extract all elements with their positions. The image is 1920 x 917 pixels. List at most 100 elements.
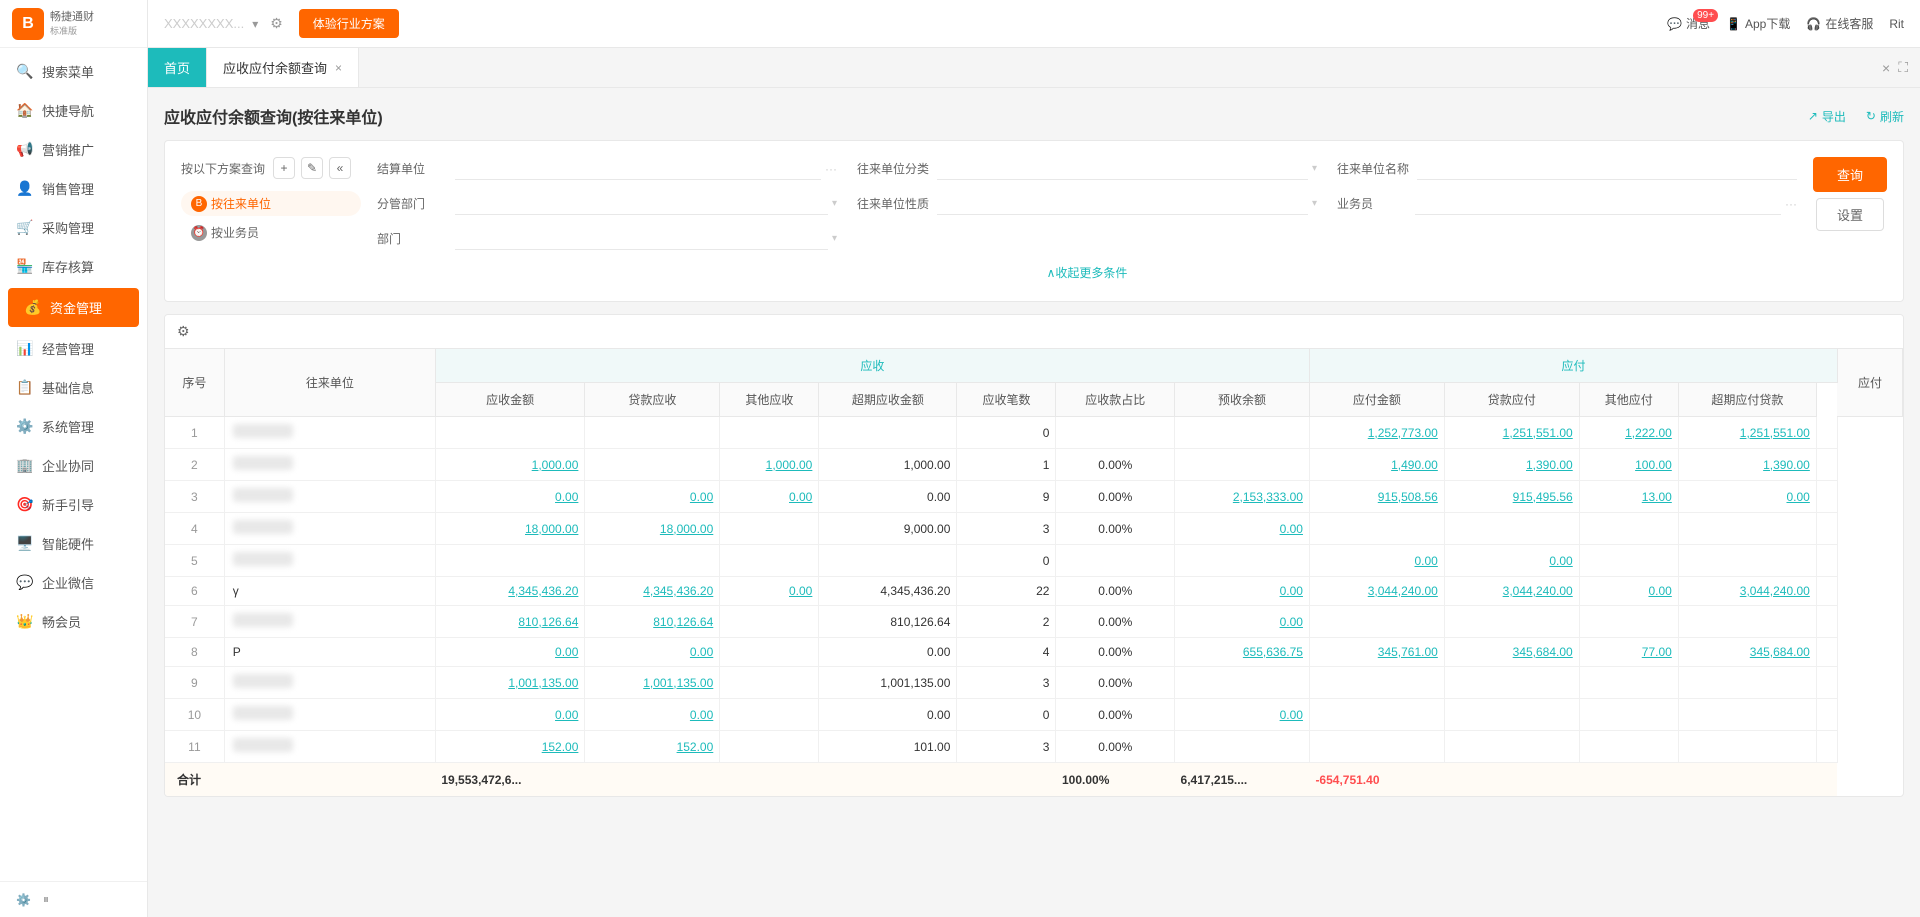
sidebar-item-finance[interactable]: 💰 资金管理 — [8, 288, 139, 327]
table-cell[interactable]: 915,495.56 — [1444, 481, 1579, 513]
trial-btn[interactable]: 体验行业方案 — [299, 9, 399, 38]
table-cell[interactable]: 1,000.00 — [435, 449, 585, 481]
tab-close-icon[interactable]: × — [335, 61, 342, 75]
edit-scheme-btn[interactable]: ✎ — [301, 157, 323, 179]
table-settings-icon[interactable]: ⚙ — [177, 323, 190, 340]
table-cell[interactable]: 0.00 — [1444, 545, 1579, 577]
table-cell[interactable]: 3,044,240.00 — [1444, 577, 1579, 606]
sidebar-item-hardware[interactable]: 🖥️ 智能硬件 — [0, 524, 147, 563]
table-cell[interactable]: 1,222.00 — [1579, 417, 1678, 449]
table-cell[interactable]: 1,252,773.00 — [1309, 417, 1444, 449]
collapse-scheme-btn[interactable]: « — [329, 157, 351, 179]
table-cell[interactable]: 0.00 — [1175, 577, 1310, 606]
table-cell[interactable]: 152.00 — [435, 731, 585, 763]
table-cell[interactable]: 2,153,333.00 — [1175, 481, 1310, 513]
sidebar-item-corp[interactable]: 🏢 企业协同 — [0, 446, 147, 485]
table-cell[interactable]: 100.00 — [1579, 449, 1678, 481]
table-cell[interactable]: 0.00 — [1175, 513, 1310, 545]
online-service-btn[interactable]: 🎧 在线客服 — [1806, 15, 1873, 32]
breadcrumb-dropdown-icon[interactable]: ▾ — [252, 17, 258, 31]
tab-home[interactable]: 首页 — [148, 48, 207, 87]
table-cell[interactable]: 13.00 — [1579, 481, 1678, 513]
partner-nature-input[interactable] — [937, 192, 1308, 215]
table-cell[interactable]: 0.00 — [585, 481, 720, 513]
table-cell[interactable]: 0.00 — [1175, 699, 1310, 731]
table-cell[interactable]: 810,126.64 — [585, 606, 720, 638]
partner-category-chevron[interactable]: ▾ — [1312, 163, 1317, 174]
table-cell[interactable]: 0.00 — [585, 699, 720, 731]
sidebar-item-search[interactable]: 🔍 搜索菜单 — [0, 52, 147, 91]
sidebar-item-system[interactable]: ⚙️ 系统管理 — [0, 407, 147, 446]
sidebar-item-sales[interactable]: 👤 销售管理 — [0, 169, 147, 208]
sidebar-item-purchase[interactable]: 🛒 采购管理 — [0, 208, 147, 247]
table-cell[interactable]: 18,000.00 — [435, 513, 585, 545]
table-cell[interactable]: 3,044,240.00 — [1678, 577, 1816, 606]
table-cell[interactable]: 0.00 — [585, 638, 720, 667]
sidebar-item-quicknav[interactable]: 🏠 快捷导航 — [0, 91, 147, 130]
export-btn[interactable]: ↗ 导出 — [1808, 108, 1846, 125]
table-cell[interactable]: 345,684.00 — [1444, 638, 1579, 667]
table-cell[interactable]: 1,001,135.00 — [435, 667, 585, 699]
message-btn[interactable]: 💬 消息 99+ — [1667, 15, 1710, 32]
table-cell[interactable]: 915,508.56 — [1309, 481, 1444, 513]
partner-category-input[interactable] — [937, 157, 1308, 180]
query-btn[interactable]: 查询 — [1813, 157, 1887, 192]
table-cell[interactable]: 0.00 — [435, 481, 585, 513]
table-cell[interactable]: 0.00 — [1678, 481, 1816, 513]
sidebar-item-marketing[interactable]: 📢 营销推广 — [0, 130, 147, 169]
sidebar-item-inventory[interactable]: 🏪 库存核算 — [0, 247, 147, 286]
expand-tab-btn[interactable]: ⛶ — [1898, 59, 1908, 76]
sidebar-item-wechat[interactable]: 💬 企业微信 — [0, 563, 147, 602]
salesperson-input[interactable] — [1415, 192, 1781, 215]
scheme-by-partner[interactable]: B 按往来单位 — [181, 191, 361, 216]
scheme-by-salesperson[interactable]: ⏰ 按业务员 — [181, 220, 361, 245]
sidebar-item-operation[interactable]: 📊 经营管理 — [0, 329, 147, 368]
settlement-unit-input[interactable] — [455, 157, 821, 180]
table-cell[interactable]: 0.00 — [1309, 545, 1444, 577]
table-cell[interactable]: 3,044,240.00 — [1309, 577, 1444, 606]
table-cell[interactable]: 1,000.00 — [720, 449, 819, 481]
sidebar-item-basic[interactable]: 📋 基础信息 — [0, 368, 147, 407]
branch-dept-chevron[interactable]: ▾ — [832, 198, 837, 209]
settings-icon[interactable]: ⚙ — [270, 15, 283, 32]
salesperson-dots[interactable]: ··· — [1785, 197, 1797, 211]
settings-bottom-icon[interactable]: ⚙️ — [16, 893, 31, 907]
tab-arquery[interactable]: 应收应付余额查询 × — [207, 48, 359, 87]
table-cell[interactable]: 345,761.00 — [1309, 638, 1444, 667]
table-cell[interactable]: 655,636.75 — [1175, 638, 1310, 667]
partner-nature-chevron[interactable]: ▾ — [1312, 198, 1317, 209]
table-cell[interactable]: 4,345,436.20 — [435, 577, 585, 606]
table-cell[interactable]: 152.00 — [585, 731, 720, 763]
footer-ar-amount[interactable]: 19,553,472,6... — [435, 763, 585, 797]
setting-btn[interactable]: 设置 — [1816, 198, 1884, 231]
table-cell[interactable]: 1,001,135.00 — [585, 667, 720, 699]
table-cell[interactable]: 0.00 — [435, 638, 585, 667]
table-cell[interactable]: 4,345,436.20 — [585, 577, 720, 606]
table-cell[interactable]: 0.00 — [1175, 606, 1310, 638]
table-cell[interactable]: 0.00 — [720, 577, 819, 606]
table-cell[interactable]: 1,251,551.00 — [1444, 417, 1579, 449]
partner-name-input[interactable] — [1417, 157, 1797, 180]
table-cell[interactable]: 0.00 — [435, 699, 585, 731]
collapse-btn[interactable]: ∧ 收起更多条件 — [377, 260, 1797, 285]
table-cell[interactable]: 345,684.00 — [1678, 638, 1816, 667]
app-download-btn[interactable]: 📱 App下载 — [1726, 15, 1790, 32]
refresh-btn[interactable]: ↻ 刷新 — [1866, 108, 1904, 125]
table-cell[interactable]: 0.00 — [1579, 577, 1678, 606]
sidebar-collapse-btn[interactable]: ⏸ — [43, 892, 49, 907]
close-tab-btn[interactable]: × — [1882, 60, 1890, 76]
table-cell[interactable]: 810,126.64 — [435, 606, 585, 638]
dept-input[interactable] — [455, 227, 828, 250]
sidebar-item-guide[interactable]: 🎯 新手引导 — [0, 485, 147, 524]
footer-ar-prepaid[interactable]: 6,417,215.... — [1175, 763, 1310, 797]
table-cell[interactable]: 1,390.00 — [1678, 449, 1816, 481]
table-cell[interactable]: 0.00 — [720, 481, 819, 513]
table-cell[interactable]: 1,251,551.00 — [1678, 417, 1816, 449]
table-cell[interactable]: 1,490.00 — [1309, 449, 1444, 481]
table-cell[interactable]: 1,390.00 — [1444, 449, 1579, 481]
branch-dept-input[interactable] — [455, 192, 828, 215]
settlement-unit-dots[interactable]: ··· — [825, 162, 837, 176]
sidebar-item-member[interactable]: 👑 畅会员 — [0, 602, 147, 641]
dept-chevron[interactable]: ▾ — [832, 233, 837, 244]
table-cell[interactable]: 77.00 — [1579, 638, 1678, 667]
